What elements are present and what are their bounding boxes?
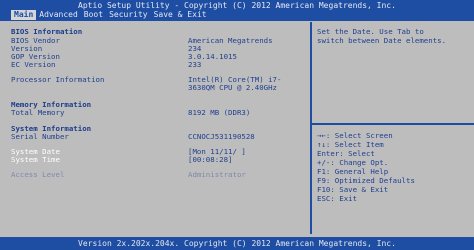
help-text-line2: switch between Date elements.	[317, 36, 447, 45]
panel-divider-horizontal	[312, 123, 474, 125]
ec-version-label: EC Version	[11, 60, 56, 69]
system-time-field[interactable]: [00:08:28]	[188, 155, 233, 164]
total-memory-row: Total Memory 8192 MB (DDR3)	[8, 108, 308, 117]
key-legend: →←: Select Screen ↑↓: Select Item Enter:…	[317, 131, 472, 203]
total-memory-label: Total Memory	[11, 108, 65, 117]
bios-info-section: BIOS Information	[8, 27, 308, 36]
key-optimized-defaults: F9: Optimized Defaults	[317, 176, 415, 185]
system-time-row[interactable]: System Time [00:08:28]	[8, 155, 308, 164]
serial-number-value: CCNOCJ531190528	[188, 132, 255, 141]
system-time-label: System Time	[11, 155, 60, 164]
serial-number-label: Serial Number	[11, 132, 69, 141]
title-menu-bar: Aptio Setup Utility - Copyright (C) 2012…	[0, 0, 474, 21]
serial-number-row: Serial Number CCNOCJ531190528	[8, 132, 308, 141]
help-panel: Set the Date. Use Tab to switch between …	[317, 27, 472, 45]
access-level-value: Administrator	[188, 170, 246, 179]
tab-boot[interactable]: Boot	[81, 10, 106, 20]
processor-value-line2: 3630QM CPU @ 2.40GHz	[188, 83, 277, 92]
bios-info-heading: BIOS Information	[11, 27, 83, 36]
help-text-line1: Set the Date. Use Tab to	[317, 27, 424, 36]
tab-advanced[interactable]: Advanced	[36, 10, 81, 20]
key-enter-select: Enter: Select	[317, 149, 375, 158]
ec-version-row: EC Version 233	[8, 60, 308, 69]
access-level-label: Access Level	[11, 170, 65, 179]
footer-version-text: Version 2x.202x.204x. Copyright (C) 2012…	[78, 239, 396, 248]
bios-screen: Aptio Setup Utility - Copyright (C) 2012…	[0, 0, 474, 250]
panel-divider-vertical	[310, 22, 312, 234]
key-esc-exit: ESC: Exit	[317, 194, 358, 203]
utility-title: Aptio Setup Utility - Copyright (C) 2012…	[78, 1, 396, 10]
tab-save-exit[interactable]: Save & Exit	[151, 10, 210, 20]
tab-security[interactable]: Security	[106, 10, 151, 20]
main-panel: BIOS Information BIOS Vendor American Me…	[8, 22, 308, 234]
processor-row-2: 3630QM CPU @ 2.40GHz	[8, 83, 308, 92]
key-general-help: F1: General Help	[317, 167, 389, 176]
tab-main[interactable]: Main	[11, 10, 37, 20]
key-change-opt: +/-: Change Opt.	[317, 158, 389, 167]
key-save-exit: F10: Save & Exit	[317, 185, 389, 194]
menu-tabs: Main Advanced Boot Security Save & Exit	[11, 10, 210, 20]
key-select-screen: →←: Select Screen	[317, 131, 393, 140]
ec-version-value: 233	[188, 60, 202, 69]
version-footer: Version 2x.202x.204x. Copyright (C) 2012…	[0, 237, 474, 250]
total-memory-value: 8192 MB (DDR3)	[188, 108, 251, 117]
key-select-item: ↑↓: Select Item	[317, 140, 384, 149]
access-level-row: Access Level Administrator	[8, 170, 308, 179]
